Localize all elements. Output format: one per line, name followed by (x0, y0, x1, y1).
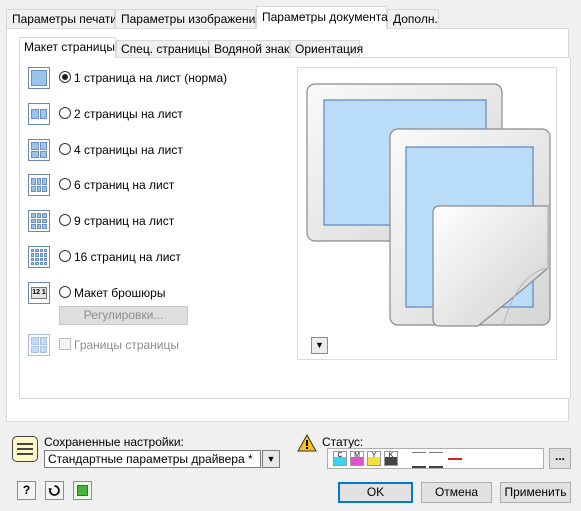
preview-dropdown-button[interactable]: ▼ (311, 337, 328, 354)
status-label: Статус: (322, 435, 364, 449)
paper-tray-icon (412, 452, 426, 468)
label-nine-pages: 9 страниц на лист (74, 214, 175, 228)
nine-pages-icon[interactable] (28, 210, 50, 232)
warning-icon (297, 434, 317, 452)
ok-button[interactable]: OK (338, 482, 413, 503)
radio-sixteen-pages[interactable] (59, 250, 71, 262)
apply-button[interactable]: Применить (500, 482, 571, 503)
magenta-ink-icon: M (350, 451, 364, 466)
page-borders-checkbox[interactable] (59, 338, 71, 350)
status-bar: C M Y K (327, 448, 544, 469)
page-preview-illustration (306, 83, 551, 327)
tab-orientation[interactable]: Ориентация (290, 40, 363, 57)
page-borders-icon (28, 334, 50, 356)
tab-print-settings[interactable]: Параметры печати (6, 9, 117, 28)
tab-watermark[interactable]: Водяной знак (209, 40, 290, 57)
label-sixteen-pages: 16 страниц на лист (74, 250, 181, 264)
saved-settings-label: Сохраненные настройки: (44, 435, 184, 449)
radio-nine-pages[interactable] (59, 214, 71, 226)
tab-page-layout[interactable]: Макет страницы (19, 37, 116, 58)
sixteen-pages-icon[interactable] (28, 246, 50, 268)
radio-booklet[interactable] (59, 286, 71, 298)
radio-six-pages[interactable] (59, 178, 71, 190)
label-page-borders: Границы страницы (74, 338, 180, 352)
paper-tray-2-icon (429, 452, 443, 468)
reset-icon (48, 485, 60, 496)
booklet-page-numbers: 12 1 (31, 287, 47, 299)
tab-advanced[interactable]: Дополн. (387, 9, 439, 28)
label-two-pages: 2 страницы на лист (74, 107, 183, 121)
two-pages-icon[interactable] (28, 103, 50, 125)
paper-path-arrow-icon (448, 458, 462, 460)
six-pages-icon[interactable] (28, 174, 50, 196)
tab-special-pages[interactable]: Спец. страницы (116, 40, 210, 57)
label-four-pages: 4 страницы на лист (74, 143, 183, 157)
adjust-button[interactable]: Регулировки... (59, 306, 188, 325)
four-pages-icon[interactable] (28, 139, 50, 161)
saved-settings-icon (12, 436, 38, 462)
label-six-pages: 6 страниц на лист (74, 178, 175, 192)
tab-document-settings[interactable]: Параметры документа (256, 6, 388, 29)
cancel-button[interactable]: Отмена (421, 482, 492, 503)
layout-preview (297, 67, 557, 360)
printer-preview-button[interactable] (73, 481, 92, 500)
radio-four-pages[interactable] (59, 143, 71, 155)
label-booklet: Макет брошюры (74, 286, 166, 300)
reset-button[interactable] (45, 481, 64, 500)
radio-two-pages[interactable] (59, 107, 71, 119)
help-button[interactable]: ? (17, 481, 36, 500)
saved-settings-combo[interactable]: Стандартные параметры драйвера * (44, 450, 261, 468)
tab-image-settings[interactable]: Параметры изображения (115, 9, 262, 28)
radio-one-page[interactable] (59, 71, 71, 83)
chevron-down-icon[interactable]: ▼ (262, 450, 280, 468)
black-ink-icon: K (384, 451, 398, 466)
booklet-icon[interactable]: 12 1 (28, 282, 50, 304)
status-more-button[interactable]: ... (549, 448, 571, 469)
cyan-ink-icon: C (333, 451, 347, 466)
green-square-icon (77, 485, 88, 496)
label-one-page: 1 страница на лист (норма) (74, 71, 228, 85)
one-page-icon[interactable] (28, 67, 50, 89)
yellow-ink-icon: Y (367, 451, 381, 466)
